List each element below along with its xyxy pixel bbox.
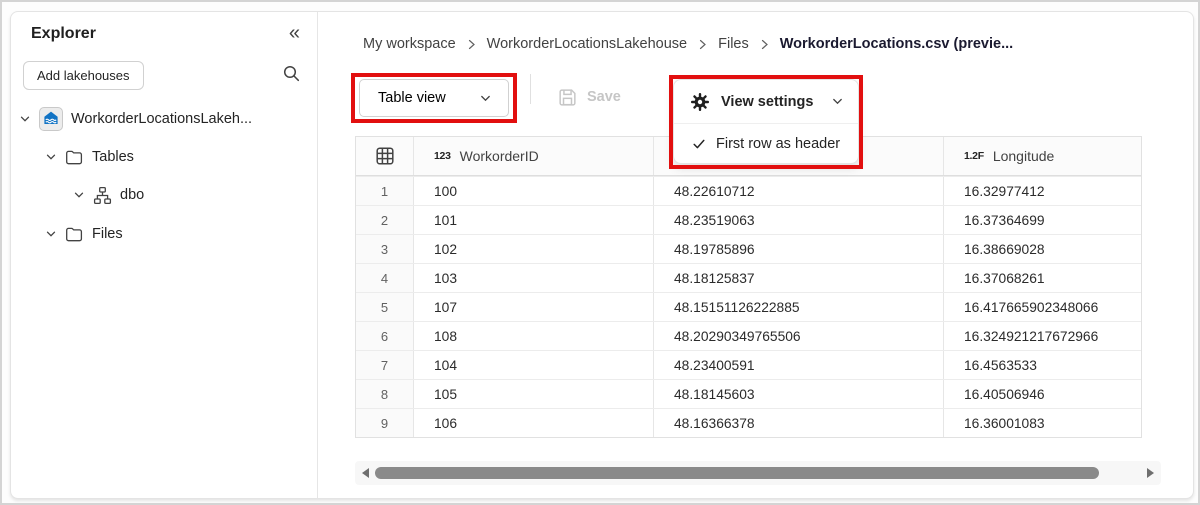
row-number: 2 [356, 206, 414, 234]
cell-workorderid: 101 [414, 206, 654, 234]
horizontal-scrollbar[interactable] [355, 461, 1161, 485]
explorer-title: Explorer [31, 25, 96, 42]
table-grid-icon [375, 146, 395, 166]
cell-workorderid: 106 [414, 409, 654, 437]
folder-icon [65, 226, 84, 243]
row-number: 7 [356, 351, 414, 379]
cell-longitude: 16.40506946 [964, 386, 1045, 402]
save-icon [557, 87, 578, 108]
chevron-right-icon [697, 39, 708, 50]
annotation-box-view-settings [669, 75, 863, 169]
sidebar-item-label: dbo [120, 187, 145, 203]
chevron-down-icon [479, 92, 492, 105]
table-row[interactable]: 5 107 48.15151126222885 16.4176659023480… [356, 292, 1141, 321]
column-type-float-icon: 1.2F [964, 150, 984, 162]
cell-longitude: 16.32977412 [964, 183, 1045, 199]
add-lakehouses-button[interactable]: Add lakehouses [23, 61, 144, 90]
sidebar-item-lakehouse[interactable]: WorkorderLocationsLakeh... [19, 104, 252, 134]
table-row[interactable]: 6 108 48.20290349765506 16.3249212176729… [356, 321, 1141, 350]
cell-latitude: 48.18145603 [654, 380, 944, 408]
save-label: Save [587, 89, 621, 105]
chevron-right-icon [466, 39, 477, 50]
lakehouse-icon [39, 107, 63, 131]
cell-workorderid: 100 [414, 177, 654, 205]
row-number: 3 [356, 235, 414, 263]
column-header-longitude[interactable]: 1.2F Longitude [944, 137, 1141, 175]
cell-latitude: 48.22610712 [654, 177, 944, 205]
row-number: 6 [356, 322, 414, 350]
row-number: 5 [356, 293, 414, 321]
cell-longitude: 16.38669028 [964, 241, 1045, 257]
chevron-down-icon[interactable] [45, 228, 57, 240]
cell-latitude: 48.15151126222885 [654, 293, 944, 321]
cell-longitude: 16.37068261 [964, 270, 1045, 286]
chevron-down-icon[interactable] [45, 151, 57, 163]
breadcrumb-my-workspace[interactable]: My workspace [363, 36, 456, 52]
table-row[interactable]: 9 106 48.16366378 16.36001083 [356, 408, 1141, 437]
table-row[interactable]: 2 101 48.23519063 16.37364699 [356, 205, 1141, 234]
cell-longitude: 16.324921217672966 [964, 328, 1099, 344]
csv-preview-table: 123 WorkorderID 1.2F Longitude 1 100 48.… [355, 136, 1142, 438]
cell-workorderid: 105 [414, 380, 654, 408]
cell-workorderid: 104 [414, 351, 654, 379]
row-number: 9 [356, 409, 414, 437]
toolbar-divider [530, 74, 531, 104]
sidebar-item-label: WorkorderLocationsLakeh... [71, 111, 253, 127]
cell-latitude: 48.23519063 [654, 206, 944, 234]
table-row[interactable]: 8 105 48.18145603 16.40506946 [356, 379, 1141, 408]
scrollbar-thumb[interactable] [375, 467, 1099, 479]
cell-workorderid: 103 [414, 264, 654, 292]
chevron-right-icon [759, 39, 770, 50]
cell-workorderid: 107 [414, 293, 654, 321]
sidebar-item-dbo[interactable]: dbo [73, 180, 144, 210]
cell-latitude: 48.19785896 [654, 235, 944, 263]
chevron-down-icon[interactable] [73, 189, 85, 201]
cell-latitude: 48.18125837 [654, 264, 944, 292]
cell-workorderid: 108 [414, 322, 654, 350]
main-content: My workspace WorkorderLocationsLakehouse… [319, 12, 1195, 498]
table-row[interactable]: 4 103 48.18125837 16.37068261 [356, 263, 1141, 292]
sidebar-item-label: Files [92, 226, 123, 242]
table-view-dropdown[interactable]: Table view [359, 79, 509, 117]
app-window: Explorer « Add lakehouses WorkorderLocat… [0, 0, 1200, 505]
breadcrumb: My workspace WorkorderLocationsLakehouse… [363, 33, 1013, 55]
sidebar-item-files[interactable]: Files [45, 219, 123, 249]
breadcrumb-current-file: WorkorderLocations.csv (previe... [779, 36, 1014, 52]
search-icon[interactable] [282, 64, 301, 83]
lakehouse-card: Explorer « Add lakehouses WorkorderLocat… [10, 11, 1194, 499]
table-row[interactable]: 3 102 48.19785896 16.38669028 [356, 234, 1141, 263]
column-type-integer-icon: 123 [434, 150, 451, 162]
breadcrumb-lakehouse[interactable]: WorkorderLocationsLakehouse [487, 36, 687, 52]
table-row[interactable]: 1 100 48.22610712 16.32977412 [356, 176, 1141, 205]
chevron-down-icon[interactable] [19, 113, 31, 125]
scroll-left-arrow-icon[interactable] [362, 468, 369, 478]
column-header-label: WorkorderID [459, 148, 539, 164]
cell-latitude: 48.16366378 [654, 409, 944, 437]
table-row[interactable]: 7 104 48.23400591 16.4563533 [356, 350, 1141, 379]
row-number: 8 [356, 380, 414, 408]
breadcrumb-files[interactable]: Files [718, 36, 749, 52]
schema-icon [93, 186, 112, 205]
row-number: 4 [356, 264, 414, 292]
column-header-workorderid[interactable]: 123 WorkorderID [414, 137, 654, 175]
cell-latitude: 48.20290349765506 [654, 322, 944, 350]
collapse-sidebar-icon[interactable]: « [289, 22, 300, 45]
table-view-label: Table view [378, 90, 446, 106]
save-button[interactable]: Save [557, 77, 621, 117]
cell-latitude: 48.23400591 [654, 351, 944, 379]
explorer-sidebar: Explorer « Add lakehouses WorkorderLocat… [11, 12, 318, 498]
row-number: 1 [356, 177, 414, 205]
cell-workorderid: 102 [414, 235, 654, 263]
scroll-right-arrow-icon[interactable] [1147, 468, 1154, 478]
cell-longitude: 16.4563533 [964, 357, 1037, 373]
cell-longitude: 16.417665902348066 [964, 299, 1099, 315]
cell-longitude: 16.37364699 [964, 212, 1045, 228]
cell-longitude: 16.36001083 [964, 415, 1045, 431]
table-corner-cell[interactable] [356, 137, 414, 175]
sidebar-item-tables[interactable]: Tables [45, 142, 134, 172]
folder-icon [65, 149, 84, 166]
column-header-label: Longitude [992, 148, 1055, 164]
sidebar-item-label: Tables [92, 149, 134, 165]
